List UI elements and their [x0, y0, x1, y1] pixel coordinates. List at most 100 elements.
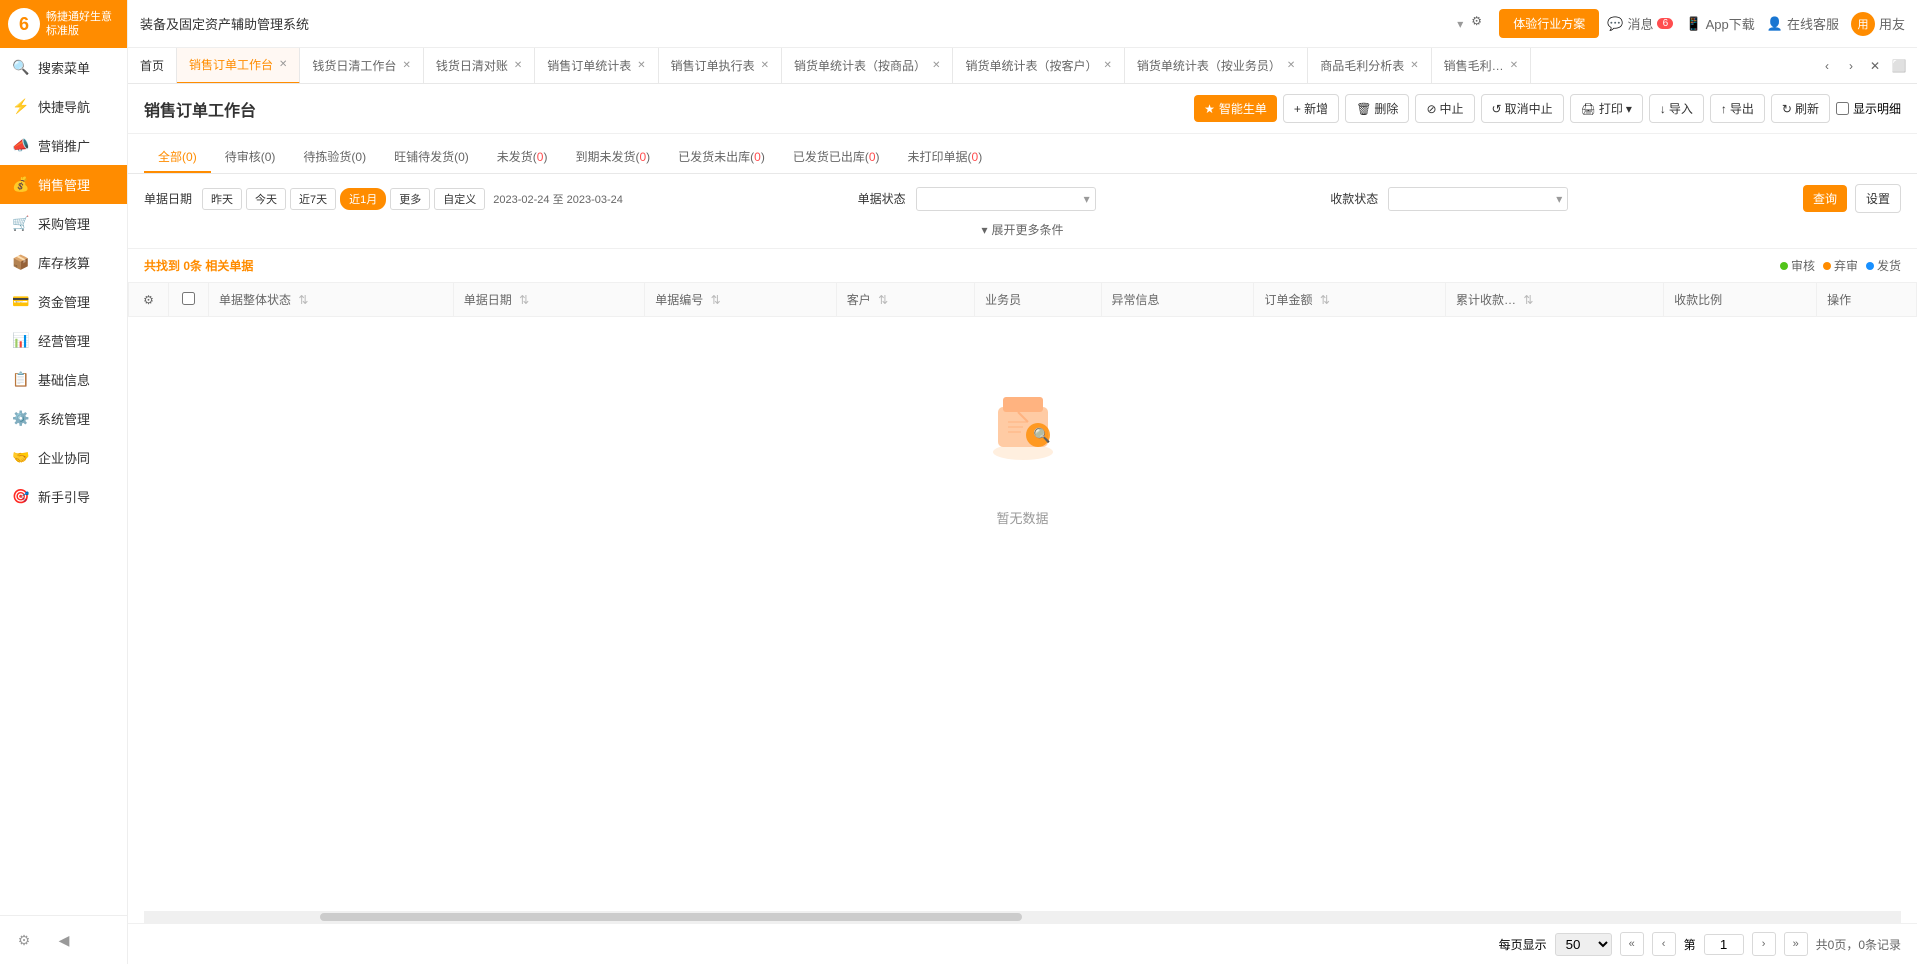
tab-close-6[interactable]: ✕: [932, 60, 940, 71]
sidebar-item-marketing[interactable]: 📣营销推广: [0, 126, 127, 165]
page-size-select[interactable]: 50 10 20 100: [1555, 933, 1612, 956]
date-btn-近7天[interactable]: 近7天: [290, 188, 336, 210]
sidebar-item-system[interactable]: ⚙️系统管理: [0, 399, 127, 438]
tab-close-5[interactable]: ✕: [761, 60, 769, 71]
tab-item-7[interactable]: 销货单统计表（按客户）✕: [953, 48, 1124, 84]
date-btn-近1月[interactable]: 近1月: [340, 188, 386, 210]
sub-tab-4[interactable]: 未发货(0): [483, 142, 562, 173]
tab-close-1[interactable]: ✕: [279, 59, 287, 70]
payment-select[interactable]: [1388, 187, 1568, 211]
sort-icon-number[interactable]: ⇅: [711, 293, 721, 307]
tab-close-all[interactable]: ✕: [1865, 56, 1885, 76]
col-checkbox[interactable]: [169, 283, 209, 317]
tab-close-4[interactable]: ✕: [637, 60, 645, 71]
tab-item-2[interactable]: 钱货日清工作台✕: [300, 48, 423, 84]
date-btn-昨天[interactable]: 昨天: [202, 188, 242, 210]
next-page-btn[interactable]: ›: [1752, 932, 1776, 956]
print-btn[interactable]: 🖨 打印 ▾: [1570, 94, 1643, 123]
tab-item-6[interactable]: 销货单统计表（按商品）✕: [782, 48, 953, 84]
cancel-stop-btn[interactable]: ↺ 取消中止: [1481, 94, 1564, 123]
sort-icon-amount[interactable]: ⇅: [1320, 293, 1330, 307]
sort-icon-customer[interactable]: ⇅: [878, 293, 888, 307]
user-item[interactable]: 用 用友: [1851, 12, 1905, 36]
industry-btn[interactable]: 体验行业方案: [1499, 9, 1599, 38]
sub-tab-7[interactable]: 已发货已出库(0): [779, 142, 894, 173]
tab-item-3[interactable]: 钱货日清对账✕: [424, 48, 535, 84]
sidebar-item-sales[interactable]: 💰销售管理: [0, 165, 127, 204]
tab-close-3[interactable]: ✕: [514, 60, 522, 71]
tab-item-0[interactable]: 首页: [128, 48, 177, 84]
settings-gear-icon[interactable]: ⚙: [1471, 14, 1491, 34]
smart-gen-btn[interactable]: ★ 智能生单: [1194, 95, 1277, 122]
tab-item-9[interactable]: 商品毛利分析表✕: [1308, 48, 1431, 84]
settings-filter-btn[interactable]: 设置: [1855, 184, 1901, 213]
tab-item-1[interactable]: 销售订单工作台✕: [177, 48, 300, 84]
sub-tab-6[interactable]: 已发货未出库(0): [664, 142, 779, 173]
last-page-btn[interactable]: »: [1784, 932, 1808, 956]
stop-btn[interactable]: ⊘ 中止: [1415, 94, 1474, 123]
tab-close-2[interactable]: ✕: [402, 60, 410, 71]
sort-icon-received[interactable]: ⇅: [1523, 293, 1533, 307]
sub-tab-3[interactable]: 旺铺待发货(0): [380, 142, 483, 173]
tab-item-8[interactable]: 销货单统计表（按业务员）✕: [1125, 48, 1308, 84]
tab-item-5[interactable]: 销售订单执行表✕: [659, 48, 782, 84]
sidebar-item-purchase[interactable]: 🛒采购管理: [0, 204, 127, 243]
sub-tab-label-8: 未打印单据(: [908, 150, 972, 164]
scrollbar-area[interactable]: [144, 911, 1901, 923]
date-btn-更多[interactable]: 更多: [390, 188, 430, 210]
scrollbar-thumb[interactable]: [320, 913, 1023, 921]
prev-page-btn[interactable]: ‹: [1652, 932, 1676, 956]
select-all-checkbox[interactable]: [182, 292, 195, 305]
date-btn-自定义[interactable]: 自定义: [434, 188, 485, 210]
sidebar-item-cooperation[interactable]: 🤝企业协同: [0, 438, 127, 477]
online-service-item[interactable]: 👤 在线客服: [1767, 14, 1839, 33]
cancel-toolbar-btn[interactable]: 弃审: [1823, 257, 1858, 274]
tab-scroll-right[interactable]: ›: [1841, 56, 1861, 76]
query-btn[interactable]: 查询: [1803, 185, 1847, 212]
first-page-btn[interactable]: «: [1620, 932, 1644, 956]
page-content: 销售订单工作台 ★ 智能生单 + 新增 🗑 删除 ⊘ 中止: [128, 84, 1917, 964]
app-download-item[interactable]: 📱 App下载: [1685, 14, 1754, 33]
expand-btn[interactable]: ▾ 展开更多条件: [981, 221, 1063, 238]
show-detail-label[interactable]: 显示明细: [1836, 100, 1901, 117]
page-input[interactable]: [1704, 934, 1744, 955]
status-select[interactable]: [916, 187, 1096, 211]
new-btn[interactable]: + 新增: [1283, 94, 1339, 123]
sort-icon-status[interactable]: ⇅: [298, 293, 308, 307]
sub-tab-2[interactable]: 待拣验货(0): [289, 142, 380, 173]
sidebar-item-operation[interactable]: 📊经营管理: [0, 321, 127, 360]
review-toolbar-btn[interactable]: 审核: [1780, 257, 1815, 274]
tab-scroll-left[interactable]: ‹: [1817, 56, 1837, 76]
sidebar-item-quick[interactable]: ⚡快捷导航: [0, 87, 127, 126]
delete-btn[interactable]: 🗑 删除: [1345, 94, 1409, 123]
collapse-icon[interactable]: ◀: [48, 924, 80, 956]
tab-close-9[interactable]: ✕: [1410, 60, 1418, 71]
import-btn[interactable]: ↓ 导入: [1649, 94, 1704, 123]
sidebar-item-inventory[interactable]: 📦库存核算: [0, 243, 127, 282]
sub-tab-0[interactable]: 全部(0): [144, 142, 211, 173]
tab-close-10[interactable]: ✕: [1510, 60, 1518, 71]
ship-toolbar-btn[interactable]: 发货: [1866, 257, 1901, 274]
col-setting[interactable]: ⚙: [129, 283, 169, 317]
sub-tab-5[interactable]: 到期未发货(0): [561, 142, 664, 173]
tab-maximize[interactable]: ⬜: [1889, 56, 1909, 76]
tab-close-8[interactable]: ✕: [1287, 60, 1295, 71]
message-icon-item[interactable]: 💬 消息 6: [1607, 14, 1673, 33]
tab-close-7[interactable]: ✕: [1103, 60, 1111, 71]
sidebar-item-basic[interactable]: 📋基础信息: [0, 360, 127, 399]
sub-tab-8[interactable]: 未打印单据(0): [894, 142, 997, 173]
tab-item-4[interactable]: 销售订单统计表✕: [535, 48, 658, 84]
sidebar-item-search[interactable]: 🔍搜索菜单: [0, 48, 127, 87]
dropdown-arrow[interactable]: ▾: [1457, 17, 1463, 31]
settings-icon[interactable]: ⚙: [8, 924, 40, 956]
refresh-btn[interactable]: ↻ 刷新: [1771, 94, 1830, 123]
export-btn[interactable]: ↑ 导出: [1710, 94, 1765, 123]
date-btn-今天[interactable]: 今天: [246, 188, 286, 210]
service-icon: 👤: [1767, 16, 1783, 32]
tab-item-10[interactable]: 销售毛利…✕: [1432, 48, 1531, 84]
sub-tab-1[interactable]: 待审核(0): [211, 142, 290, 173]
sidebar-item-guide[interactable]: 🎯新手引导: [0, 477, 127, 516]
sort-icon-date[interactable]: ⇅: [519, 293, 529, 307]
show-detail-checkbox[interactable]: [1836, 102, 1849, 115]
sidebar-item-finance[interactable]: 💳资金管理: [0, 282, 127, 321]
